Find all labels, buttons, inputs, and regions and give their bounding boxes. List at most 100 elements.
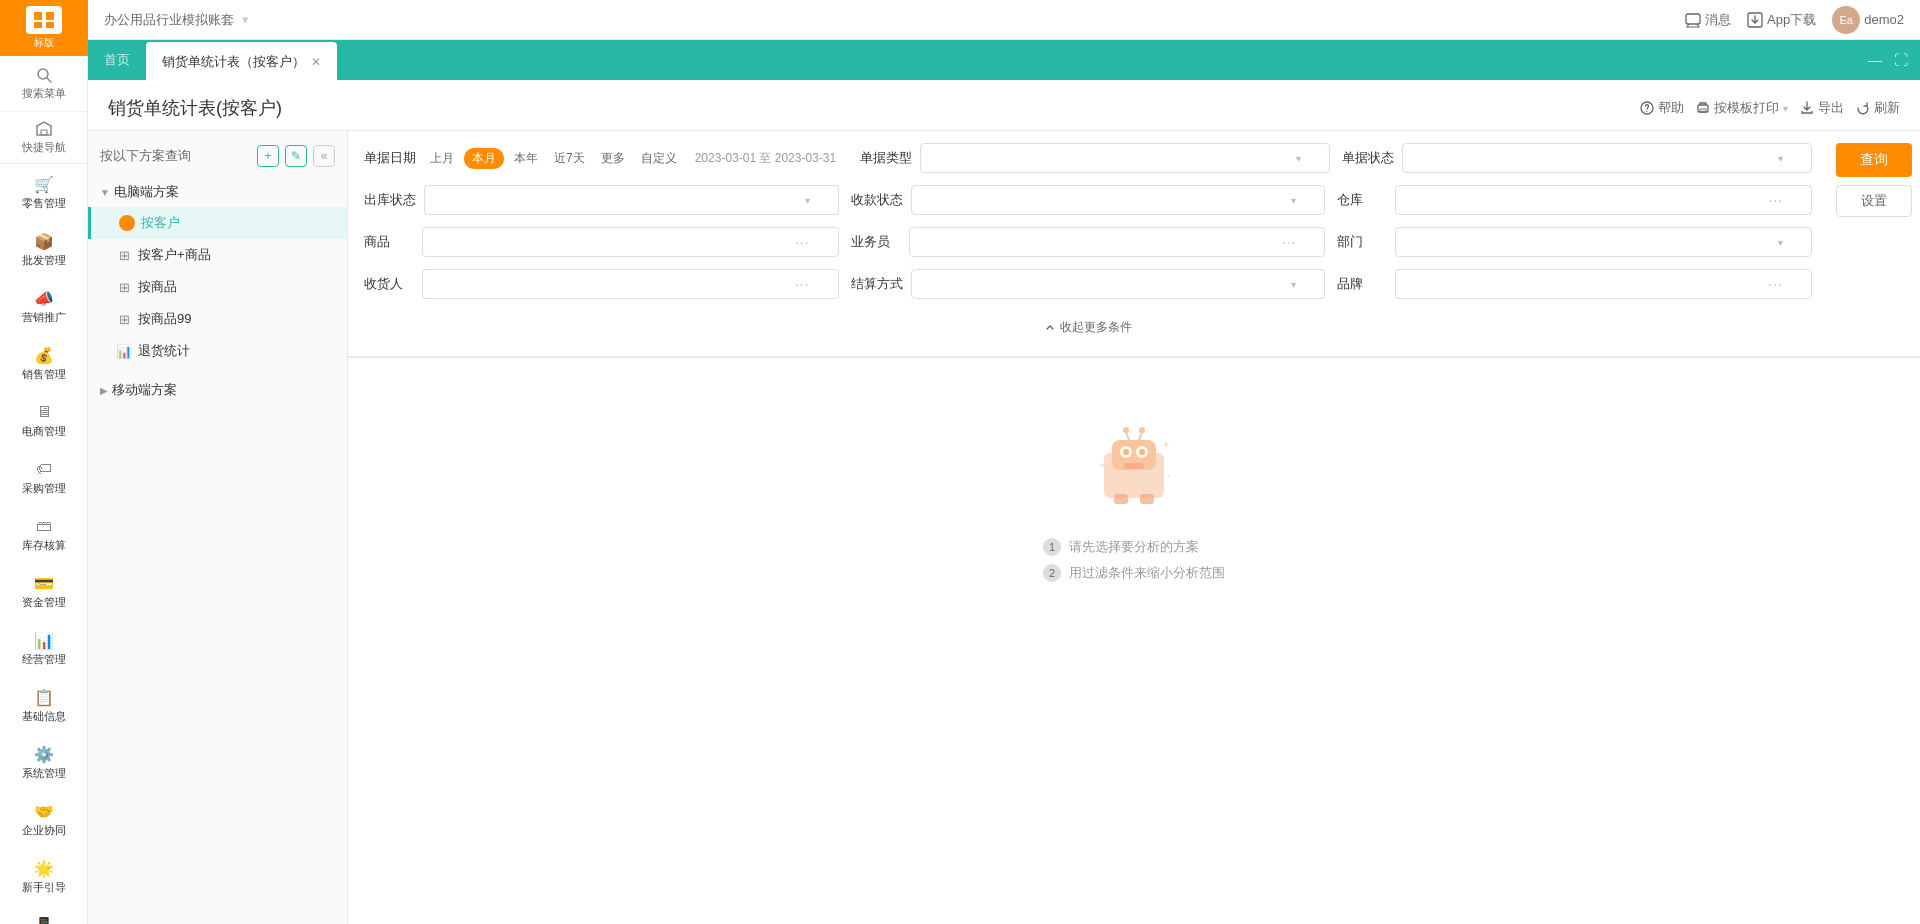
date-last-month[interactable]: 上月 [424, 148, 460, 169]
empty-state: ✦ ✦ ✦ 1 请先选择要分析的方案 2 用过滤条件来缩小分析范围 [348, 358, 1920, 622]
username: demo2 [1864, 12, 1904, 27]
sidebar-item-enterprise[interactable]: 🤝 企业协同 [0, 791, 87, 848]
add-scheme-btn[interactable]: + [257, 145, 279, 167]
brand-label: 品牌 [1337, 275, 1387, 293]
sidebar-item-inventory[interactable]: 🗃 库存核算 [0, 506, 87, 563]
sidebar-item-operations[interactable]: 📊 经营管理 [0, 620, 87, 677]
scheme-item-by-goods99[interactable]: ⊞ 按商品99 [88, 303, 347, 335]
receiver-control: ··· [422, 269, 839, 299]
collapse-conditions-btn[interactable]: 收起更多条件 [364, 311, 1812, 344]
date-shortcuts: 上月 本月 本年 近7天 更多 自定义 [424, 148, 683, 169]
app-download-label: App下载 [1767, 11, 1816, 29]
sidebar-item-sales[interactable]: 💰 销售管理 [0, 335, 87, 392]
empty-illustration: ✦ ✦ ✦ [1074, 398, 1194, 518]
basic-label: 基础信息 [22, 709, 66, 724]
sidebar-item-newbie[interactable]: 🌟 新手引导 [0, 848, 87, 905]
filter-form: 单据日期 上月 本月 本年 近7天 更多 自定义 2023-03-01 至 20… [348, 131, 1828, 356]
sales-label: 销售管理 [22, 367, 66, 382]
marketing-label: 营销推广 [22, 310, 66, 325]
edit-scheme-btn[interactable]: ✎ [285, 145, 307, 167]
brand-input[interactable]: ··· [1395, 269, 1812, 299]
sidebar-item-basic[interactable]: 📋 基础信息 [0, 677, 87, 734]
search-menu-item[interactable]: 搜索菜单 [0, 56, 87, 112]
settings-button[interactable]: 设置 [1836, 185, 1912, 217]
message-btn[interactable]: 消息 [1685, 11, 1731, 29]
dept-input[interactable]: ▾ [1395, 227, 1812, 257]
sidebar-item-purchase[interactable]: 🏷 采购管理 [0, 449, 87, 506]
tab-sales-stats[interactable]: 销货单统计表（按客户） ✕ [146, 42, 337, 82]
filter-order-type: 单据类型 ▾ [860, 143, 1330, 173]
receiver-dots: ··· [795, 276, 810, 292]
dept-control: ▾ [1395, 227, 1812, 257]
scheme-group-mobile: ▶ 移动端方案 [88, 371, 347, 409]
svg-rect-25 [1140, 494, 1154, 504]
system-icon: ⚙️ [34, 744, 54, 764]
out-status-input[interactable]: ▾ [424, 185, 839, 215]
group-arrow-icon: ▼ [100, 187, 110, 198]
filter-row-3: 商品 ··· 业务员 [364, 227, 1812, 257]
payment-status-control: ▾ [911, 185, 1326, 215]
scheme-group-desktop-title[interactable]: ▼ 电脑端方案 [88, 177, 347, 207]
operations-label: 经营管理 [22, 652, 66, 667]
page-content: 销货单统计表(按客户) 帮助 按模板打印 ▾ 导出 刷新 [88, 80, 1920, 924]
svg-text:✦: ✦ [1162, 439, 1170, 450]
staff-input[interactable]: ··· [909, 227, 1326, 257]
scheme-item-by-customer-goods[interactable]: ⊞ 按客户+商品 [88, 239, 347, 271]
out-status-label: 出库状态 [364, 191, 416, 209]
date-custom[interactable]: 自定义 [635, 148, 683, 169]
sidebar-item-retail[interactable]: 🛒 零售管理 [0, 164, 87, 221]
warehouse-input[interactable]: ··· [1395, 185, 1812, 215]
sidebar-item-system[interactable]: ⚙️ 系统管理 [0, 734, 87, 791]
print-btn[interactable]: 按模板打印 ▾ [1696, 99, 1788, 117]
out-status-arrow: ▾ [805, 195, 810, 206]
date-last-7days[interactable]: 近7天 [548, 148, 591, 169]
tab-close-btn[interactable]: ✕ [311, 55, 321, 69]
sidebar-item-marketing[interactable]: 📣 营销推广 [0, 278, 87, 335]
svg-rect-2 [34, 22, 42, 28]
sidebar-item-finance[interactable]: 💳 资金管理 [0, 563, 87, 620]
query-button[interactable]: 查询 [1836, 143, 1912, 177]
help-btn[interactable]: 帮助 [1640, 99, 1684, 117]
scheme-group-desktop: ▼ 电脑端方案 按 按客户 ⊞ 按客户+商品 ⊞ 按商品 [88, 173, 347, 371]
filter-section: 按以下方案查询 + ✎ « ▼ 电脑端方案 按 按客户 [88, 131, 1920, 924]
sidebar-item-wholesale[interactable]: 📦 批发管理 [0, 221, 87, 278]
quick-nav-item[interactable]: 快捷导航 [0, 112, 87, 164]
tab-home-label: 首页 [104, 51, 130, 69]
svg-point-17 [1123, 449, 1129, 455]
svg-point-21 [1123, 427, 1129, 433]
order-status-input[interactable]: ▾ [1402, 143, 1812, 173]
app-download-btn[interactable]: App下载 [1747, 11, 1816, 29]
sidebar-item-ecommerce[interactable]: 🖥 电商管理 [0, 392, 87, 449]
tab-maximize-btn[interactable]: ⛶ [1890, 48, 1912, 72]
payment-status-arrow: ▾ [1291, 195, 1296, 206]
date-more[interactable]: 更多 [595, 148, 631, 169]
svg-rect-3 [46, 22, 54, 28]
payment-status-input[interactable]: ▾ [911, 185, 1326, 215]
svg-text:✦: ✦ [1166, 473, 1171, 479]
order-type-input[interactable]: ▾ [920, 143, 1330, 173]
svg-line-22 [1139, 432, 1142, 440]
filter-brand: 品牌 ··· [1337, 269, 1812, 299]
sidebar-item-appstore[interactable]: 📱 应用中心 [0, 905, 87, 924]
ecommerce-icon: 🖥 [34, 402, 54, 422]
settlement-arrow: ▾ [1291, 279, 1296, 290]
export-btn[interactable]: 导出 [1800, 99, 1844, 117]
user-menu[interactable]: Ea demo2 [1832, 6, 1904, 34]
scheme-bar-icon: 📊 [116, 343, 132, 359]
scheme-item-by-customer[interactable]: 按 按客户 [88, 207, 347, 239]
dept-label: 部门 [1337, 233, 1387, 251]
date-this-month[interactable]: 本月 [464, 148, 504, 169]
scheme-item-by-goods[interactable]: ⊞ 按商品 [88, 271, 347, 303]
receiver-input[interactable]: ··· [422, 269, 839, 299]
settlement-input[interactable]: ▾ [911, 269, 1326, 299]
scheme-group-mobile-title[interactable]: ▶ 移动端方案 [88, 375, 347, 405]
page-actions: 帮助 按模板打印 ▾ 导出 刷新 [1640, 99, 1900, 117]
app-logo[interactable]: 标版 [0, 0, 88, 56]
goods-input[interactable]: ··· [422, 227, 839, 257]
collapse-sidebar-btn[interactable]: « [313, 145, 335, 167]
scheme-item-return-stats[interactable]: 📊 退货统计 [88, 335, 347, 367]
date-this-year[interactable]: 本年 [508, 148, 544, 169]
refresh-btn[interactable]: 刷新 [1856, 99, 1900, 117]
tab-minimize-btn[interactable]: — [1864, 48, 1886, 72]
tab-home[interactable]: 首页 [88, 40, 146, 80]
